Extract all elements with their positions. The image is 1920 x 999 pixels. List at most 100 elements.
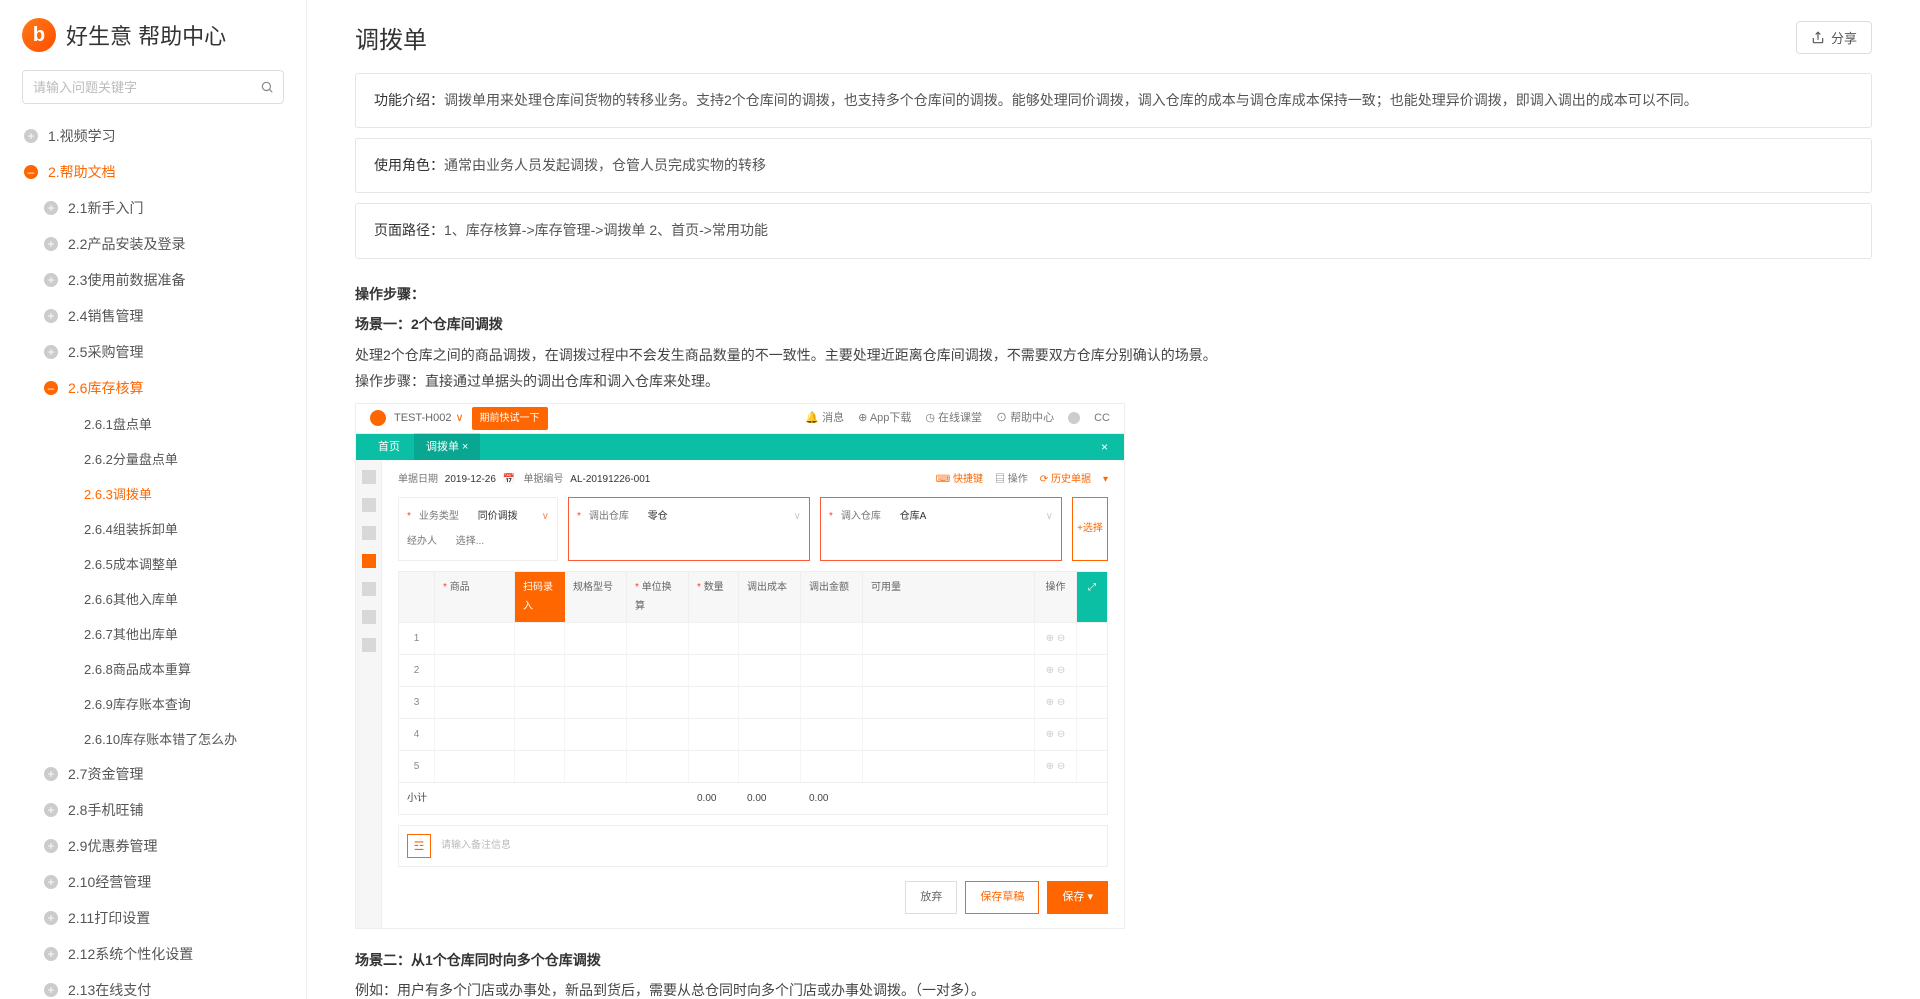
nav-help-docs[interactable]: –2.帮助文档	[0, 154, 306, 190]
nav-2-6-9[interactable]: 2.6.9库存账本查询	[0, 686, 306, 721]
nav-2-8[interactable]: +2.8手机旺铺	[0, 792, 306, 828]
expand-icon: ⤢	[1077, 572, 1107, 622]
nav-label: 2.6.1盘点单	[84, 414, 152, 433]
app-code-val: AL-20191226-001	[570, 474, 650, 485]
app-table-sum: 小计 0.00 0.00 0.00	[399, 782, 1107, 814]
search-box	[22, 70, 284, 104]
main-content: 调拨单 分享 功能介绍：调拨单用来处理仓库间货物的转移业务。支持2个仓库间的调拨…	[307, 0, 1920, 999]
nav-tree: +1.视频学习 –2.帮助文档 +2.1新手入门 +2.2产品安装及登录 +2.…	[0, 118, 306, 999]
nav-label: 2.4销售管理	[68, 306, 143, 326]
nav-label: 2.6.10库存账本错了怎么办	[84, 729, 237, 748]
nav-label: 2.13在线支付	[68, 980, 151, 999]
app-site-select: TEST-H002 ∨	[394, 408, 464, 429]
app-table: * 商品 扫码录入 规格型号 * 单位换算 * 数量 调出成本 调出金额 可用量…	[398, 571, 1108, 815]
app-code-label: 单据编号	[524, 474, 564, 485]
nav-label: 2.6.7其他出库单	[84, 624, 178, 643]
app-rail	[356, 460, 382, 928]
nav-label: 2.6.5成本调整单	[84, 554, 178, 573]
app-logo-icon	[370, 410, 386, 426]
nav-2-12[interactable]: +2.12系统个性化设置	[0, 936, 306, 972]
nav-label: 2.6.6其他入库单	[84, 589, 178, 608]
nav-label: 2.3使用前数据准备	[68, 270, 185, 290]
nav-2-13[interactable]: +2.13在线支付	[0, 972, 306, 999]
nav-label: 2.6.4组装拆卸单	[84, 519, 178, 538]
app-tab-doc: 调拨单 ×	[414, 433, 480, 462]
nav-label: 2.9优惠券管理	[68, 836, 157, 856]
nav-label: 2.1新手入门	[68, 198, 143, 218]
app-try-button: 期前快试一下	[472, 407, 548, 430]
rail-icon	[362, 610, 376, 624]
rail-icon	[362, 470, 376, 484]
brand: b 好生意 帮助中心	[0, 18, 306, 70]
scene1-line2: 操作步骤：直接通过单据头的调出仓库和调入仓库来处理。	[355, 368, 1872, 395]
scene1-title: 场景一：2个仓库间调拨	[355, 311, 1872, 338]
app-out-warehouse: *调出仓库 零仓∨	[568, 497, 810, 561]
nav-video-learning[interactable]: +1.视频学习	[0, 118, 306, 154]
app-biztype-col: *业务类型 同价调拨∨ 经办人 选择...	[398, 497, 558, 561]
nav-label: 2.10经营管理	[68, 872, 151, 892]
nav-2-6-3[interactable]: 2.6.3调拨单	[0, 476, 306, 511]
nav-2-6-10[interactable]: 2.6.10库存账本错了怎么办	[0, 721, 306, 756]
share-icon	[1811, 31, 1825, 45]
nav-label: 2.帮助文档	[48, 162, 116, 182]
nav-2-6-1[interactable]: 2.6.1盘点单	[0, 406, 306, 441]
nav-label: 2.8手机旺铺	[68, 800, 143, 820]
nav-label: 2.2产品安装及登录	[68, 234, 185, 254]
nav-2-6-4[interactable]: 2.6.4组装拆卸单	[0, 511, 306, 546]
info-function: 功能介绍：调拨单用来处理仓库间货物的转移业务。支持2个仓库间的调拨，也支持多个仓…	[355, 73, 1872, 128]
nav-2-10[interactable]: +2.10经营管理	[0, 864, 306, 900]
app-tabs: 首页 调拨单 × ×	[356, 434, 1124, 460]
nav-2-1[interactable]: +2.1新手入门	[0, 190, 306, 226]
brand-title: 好生意 帮助中心	[66, 19, 226, 51]
nav-2-6-6[interactable]: 2.6.6其他入库单	[0, 581, 306, 616]
app-select-btn: +选择	[1072, 497, 1108, 561]
nav-2-6-7[interactable]: 2.6.7其他出库单	[0, 616, 306, 651]
app-discard-button: 放弃	[905, 881, 957, 914]
nav-2-5[interactable]: +2.5采购管理	[0, 334, 306, 370]
note-icon: ☲	[407, 834, 431, 858]
nav-label: 2.6库存核算	[68, 378, 143, 398]
nav-label: 2.7资金管理	[68, 764, 143, 784]
search-icon[interactable]	[260, 80, 274, 94]
info-label: 页面路径：	[374, 222, 444, 238]
nav-2-2[interactable]: +2.2产品安装及登录	[0, 226, 306, 262]
nav-2-9[interactable]: +2.9优惠券管理	[0, 828, 306, 864]
share-label: 分享	[1831, 28, 1857, 47]
nav-2-6-8[interactable]: 2.6.8商品成本重算	[0, 651, 306, 686]
app-draft-button: 保存草稿	[965, 881, 1039, 914]
info-path: 页面路径：1、库存核算->库存管理->调拨单 2、首页->常用功能	[355, 203, 1872, 258]
info-text: 通常由业务人员发起调拨，仓管人员完成实物的转移	[444, 157, 766, 173]
sidebar: b 好生意 帮助中心 +1.视频学习 –2.帮助文档 +2.1新手入门 +2.2…	[0, 0, 307, 999]
nav-label: 2.12系统个性化设置	[68, 944, 193, 964]
nav-2-11[interactable]: +2.11打印设置	[0, 900, 306, 936]
nav-2-6-5[interactable]: 2.6.5成本调整单	[0, 546, 306, 581]
app-username: CC	[1094, 408, 1110, 429]
scene1-line1: 处理2个仓库之间的商品调拨，在调拨过程中不会发生商品数量的不一致性。主要处理近距…	[355, 342, 1872, 369]
nav-2-7[interactable]: +2.7资金管理	[0, 756, 306, 792]
info-label: 功能介绍：	[374, 92, 444, 108]
rail-icon	[362, 638, 376, 652]
scene2-title: 场景二：从1个仓库同时向多个仓库调拨	[355, 947, 1872, 974]
info-text: 1、库存核算->库存管理->调拨单 2、首页->常用功能	[444, 222, 768, 238]
nav-2-6[interactable]: –2.6库存核算	[0, 370, 306, 406]
rail-icon	[362, 498, 376, 512]
nav-2-3[interactable]: +2.3使用前数据准备	[0, 262, 306, 298]
nav-2-4[interactable]: +2.4销售管理	[0, 298, 306, 334]
rail-icon-active	[362, 554, 376, 568]
app-header: TEST-H002 ∨ 期前快试一下 🔔 消息 ⊕ App下载 ◷ 在线课堂 ⊙…	[356, 404, 1124, 434]
app-note: ☲ 请输入备注信息	[398, 825, 1108, 867]
search-input[interactable]	[22, 70, 284, 104]
info-label: 使用角色：	[374, 157, 444, 173]
info-text: 调拨单用来处理仓库间货物的转移业务。支持2个仓库间的调拨，也支持多个仓库间的调拨…	[444, 92, 1698, 108]
share-button[interactable]: 分享	[1796, 21, 1872, 54]
nav-label: 2.6.3调拨单	[84, 484, 152, 503]
nav-label: 2.6.9库存账本查询	[84, 694, 191, 713]
avatar-icon	[1068, 412, 1080, 424]
app-date-val: 2019-12-26	[445, 474, 496, 485]
nav-2-6-2[interactable]: 2.6.2分量盘点单	[0, 441, 306, 476]
chevron-icon: ▾	[1103, 470, 1108, 489]
app-nav-app: ⊕ App下载	[858, 408, 911, 429]
info-role: 使用角色：通常由业务人员发起调拨，仓管人员完成实物的转移	[355, 138, 1872, 193]
screenshot-1: TEST-H002 ∨ 期前快试一下 🔔 消息 ⊕ App下载 ◷ 在线课堂 ⊙…	[355, 403, 1125, 929]
nav-label: 2.11打印设置	[68, 908, 150, 928]
